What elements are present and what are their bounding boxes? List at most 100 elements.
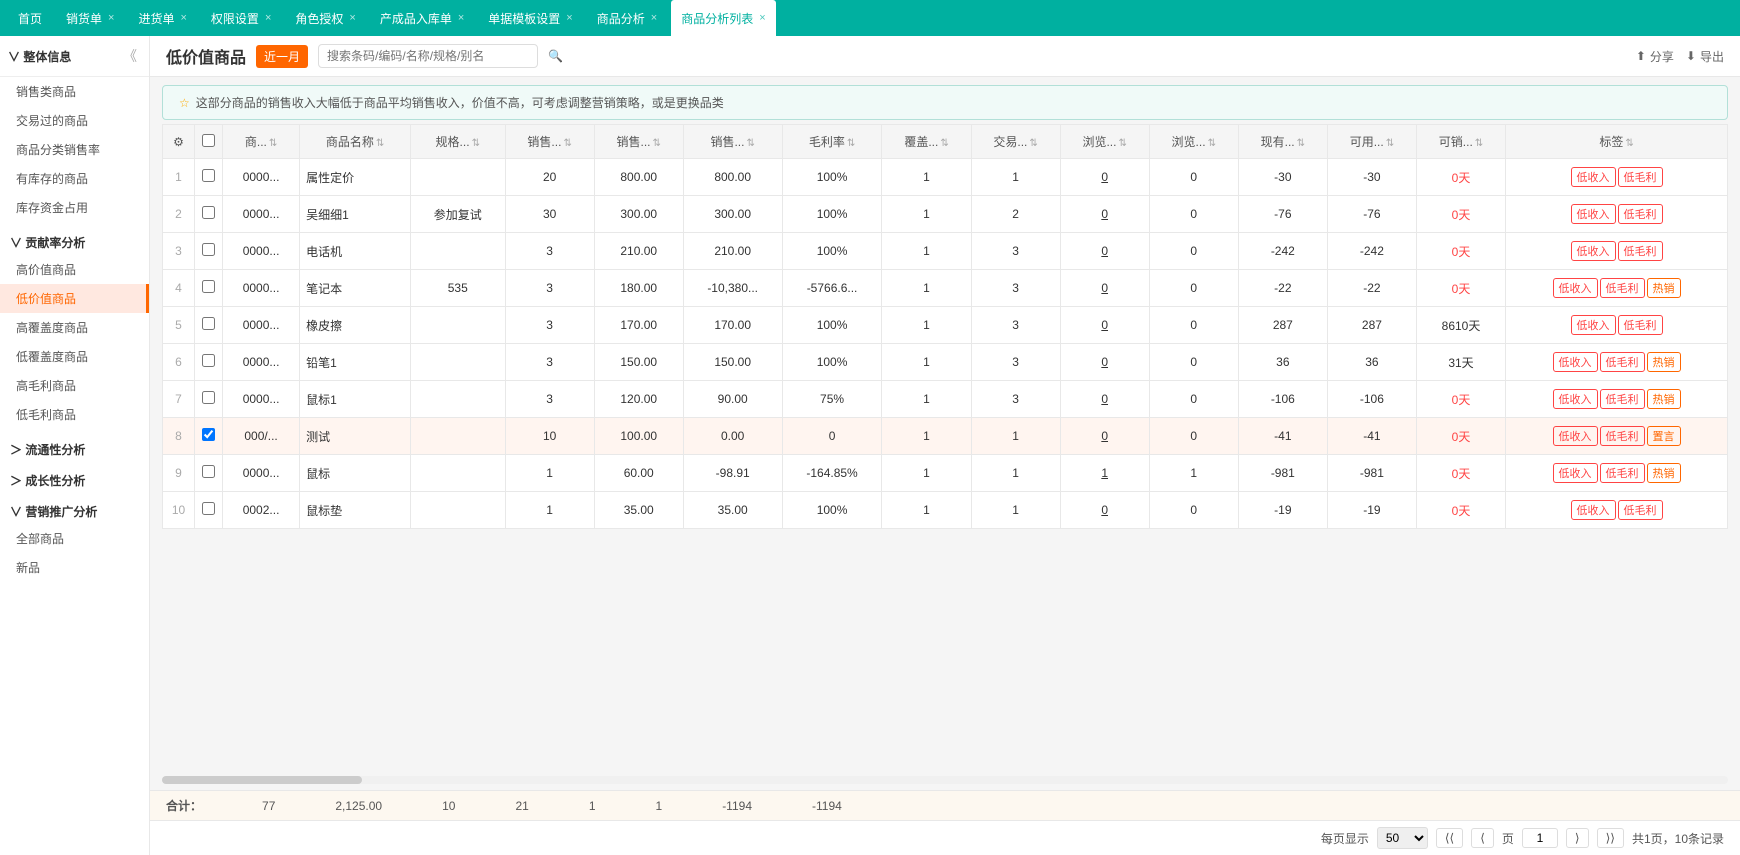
cell-gear[interactable]: 2 [163, 196, 195, 233]
close-icon[interactable]: × [566, 12, 572, 24]
row-checkbox[interactable] [202, 169, 215, 182]
cell-checkbox[interactable] [195, 233, 223, 270]
nav-item-product-in[interactable]: 产成品入库单 × [370, 0, 474, 36]
col-coverage[interactable]: 覆盖...⇅ [882, 125, 971, 159]
sidebar-item-new-goods[interactable]: 新品 [0, 553, 149, 582]
close-icon[interactable]: × [651, 12, 657, 24]
cell-gear[interactable]: 5 [163, 307, 195, 344]
close-icon[interactable]: × [458, 12, 464, 24]
nav-item-analysis-list[interactable]: 商品分析列表 × [671, 0, 775, 36]
row-checkbox[interactable] [202, 354, 215, 367]
row-checkbox[interactable] [202, 243, 215, 256]
last-page-btn[interactable]: ⟩⟩ [1597, 828, 1624, 848]
cell-browse1[interactable]: 0 [1060, 233, 1149, 270]
cell-gear[interactable]: 9 [163, 455, 195, 492]
col-transaction[interactable]: 交易...⇅ [971, 125, 1060, 159]
cell-browse1[interactable]: 0 [1060, 307, 1149, 344]
row-checkbox[interactable] [202, 465, 215, 478]
col-sales-cost[interactable]: 销售...⇅ [683, 125, 782, 159]
col-browse2[interactable]: 浏览...⇅ [1149, 125, 1238, 159]
cell-checkbox[interactable] [195, 418, 223, 455]
cell-checkbox[interactable] [195, 196, 223, 233]
page-number-input[interactable] [1522, 828, 1558, 848]
nav-item-permission[interactable]: 权限设置 × [201, 0, 281, 36]
cell-gear[interactable]: 7 [163, 381, 195, 418]
col-available[interactable]: 可用...⇅ [1327, 125, 1416, 159]
cell-gear[interactable]: 8 [163, 418, 195, 455]
page-size-select[interactable]: 50 100 200 [1377, 827, 1428, 849]
cell-gear[interactable]: 10 [163, 492, 195, 529]
cell-browse1[interactable]: 1 [1060, 455, 1149, 492]
nav-item-sales[interactable]: 销货单 × [56, 0, 124, 36]
cell-checkbox[interactable] [195, 159, 223, 196]
nav-item-product-analysis[interactable]: 商品分析 × [587, 0, 667, 36]
horizontal-scrollbar[interactable] [162, 776, 1728, 784]
select-all-checkbox[interactable] [202, 134, 215, 147]
close-icon[interactable]: × [265, 12, 271, 24]
cell-gear[interactable]: 4 [163, 270, 195, 307]
filter-recent-month-btn[interactable]: 近一月 [256, 45, 308, 68]
browse1-val[interactable]: 0 [1101, 244, 1108, 258]
next-page-btn[interactable]: ⟩ [1566, 828, 1589, 848]
col-current-stock[interactable]: 现有...⇅ [1238, 125, 1327, 159]
col-checkbox[interactable] [195, 125, 223, 159]
nav-item-template[interactable]: 单据模板设置 × [478, 0, 582, 36]
sidebar-item-high-coverage[interactable]: 高覆盖度商品 [0, 313, 149, 342]
close-icon[interactable]: × [108, 12, 114, 24]
browse1-val[interactable]: 0 [1101, 392, 1108, 406]
nav-item-home[interactable]: 首页 [8, 0, 52, 36]
close-icon[interactable]: × [759, 12, 765, 24]
cell-browse1[interactable]: 0 [1060, 381, 1149, 418]
col-code[interactable]: 商...⇅ [223, 125, 300, 159]
browse1-val[interactable]: 0 [1101, 318, 1108, 332]
col-sales-price[interactable]: 销售...⇅ [594, 125, 683, 159]
col-gross-margin[interactable]: 毛利率⇅ [782, 125, 882, 159]
browse1-val[interactable]: 0 [1101, 355, 1108, 369]
row-checkbox[interactable] [202, 502, 215, 515]
row-checkbox[interactable] [202, 428, 215, 441]
cell-checkbox[interactable] [195, 381, 223, 418]
sidebar-item-low-coverage[interactable]: 低覆盖度商品 [0, 342, 149, 371]
sidebar-item-category-sales[interactable]: 商品分类销售率 [0, 135, 149, 164]
col-name[interactable]: 商品名称⇅ [300, 125, 411, 159]
close-icon[interactable]: × [180, 12, 186, 24]
row-checkbox[interactable] [202, 280, 215, 293]
cell-gear[interactable]: 1 [163, 159, 195, 196]
sidebar-item-low-value[interactable]: 低价值商品 [0, 284, 149, 313]
cell-checkbox[interactable] [195, 270, 223, 307]
sidebar-item-sales-goods[interactable]: 销售类商品 [0, 77, 149, 106]
prev-page-btn[interactable]: ⟨ [1471, 828, 1494, 848]
cell-checkbox[interactable] [195, 492, 223, 529]
row-checkbox[interactable] [202, 391, 215, 404]
sidebar-collapse-btn[interactable]: 《 [119, 42, 141, 70]
sidebar-item-high-margin[interactable]: 高毛利商品 [0, 371, 149, 400]
col-spec[interactable]: 规格...⇅ [410, 125, 505, 159]
browse1-val[interactable]: 1 [1101, 466, 1108, 480]
cell-browse1[interactable]: 0 [1060, 492, 1149, 529]
cell-browse1[interactable]: 0 [1060, 196, 1149, 233]
sidebar-item-high-value[interactable]: 高价值商品 [0, 255, 149, 284]
browse1-val[interactable]: 0 [1101, 207, 1108, 221]
browse1-val[interactable]: 0 [1101, 170, 1108, 184]
col-browse1[interactable]: 浏览...⇅ [1060, 125, 1149, 159]
cell-checkbox[interactable] [195, 307, 223, 344]
cell-checkbox[interactable] [195, 455, 223, 492]
cell-browse1[interactable]: 0 [1060, 344, 1149, 381]
browse1-val[interactable]: 0 [1101, 281, 1108, 295]
nav-item-purchase[interactable]: 进货单 × [128, 0, 196, 36]
cell-checkbox[interactable] [195, 344, 223, 381]
share-btn[interactable]: ⬆ 分享 [1636, 48, 1674, 65]
browse1-val[interactable]: 0 [1101, 429, 1108, 443]
sidebar-item-all-goods[interactable]: 全部商品 [0, 524, 149, 553]
first-page-btn[interactable]: ⟨⟨ [1436, 828, 1463, 848]
cell-gear[interactable]: 6 [163, 344, 195, 381]
row-checkbox[interactable] [202, 317, 215, 330]
sidebar-item-stock-capital[interactable]: 库存资金占用 [0, 193, 149, 222]
row-checkbox[interactable] [202, 206, 215, 219]
browse1-val[interactable]: 0 [1101, 503, 1108, 517]
cell-gear[interactable]: 3 [163, 233, 195, 270]
col-gear[interactable]: ⚙ [163, 125, 195, 159]
sidebar-item-stock-goods[interactable]: 有库存的商品 [0, 164, 149, 193]
nav-item-role[interactable]: 角色授权 × [285, 0, 365, 36]
col-sales-qty[interactable]: 销售...⇅ [505, 125, 594, 159]
